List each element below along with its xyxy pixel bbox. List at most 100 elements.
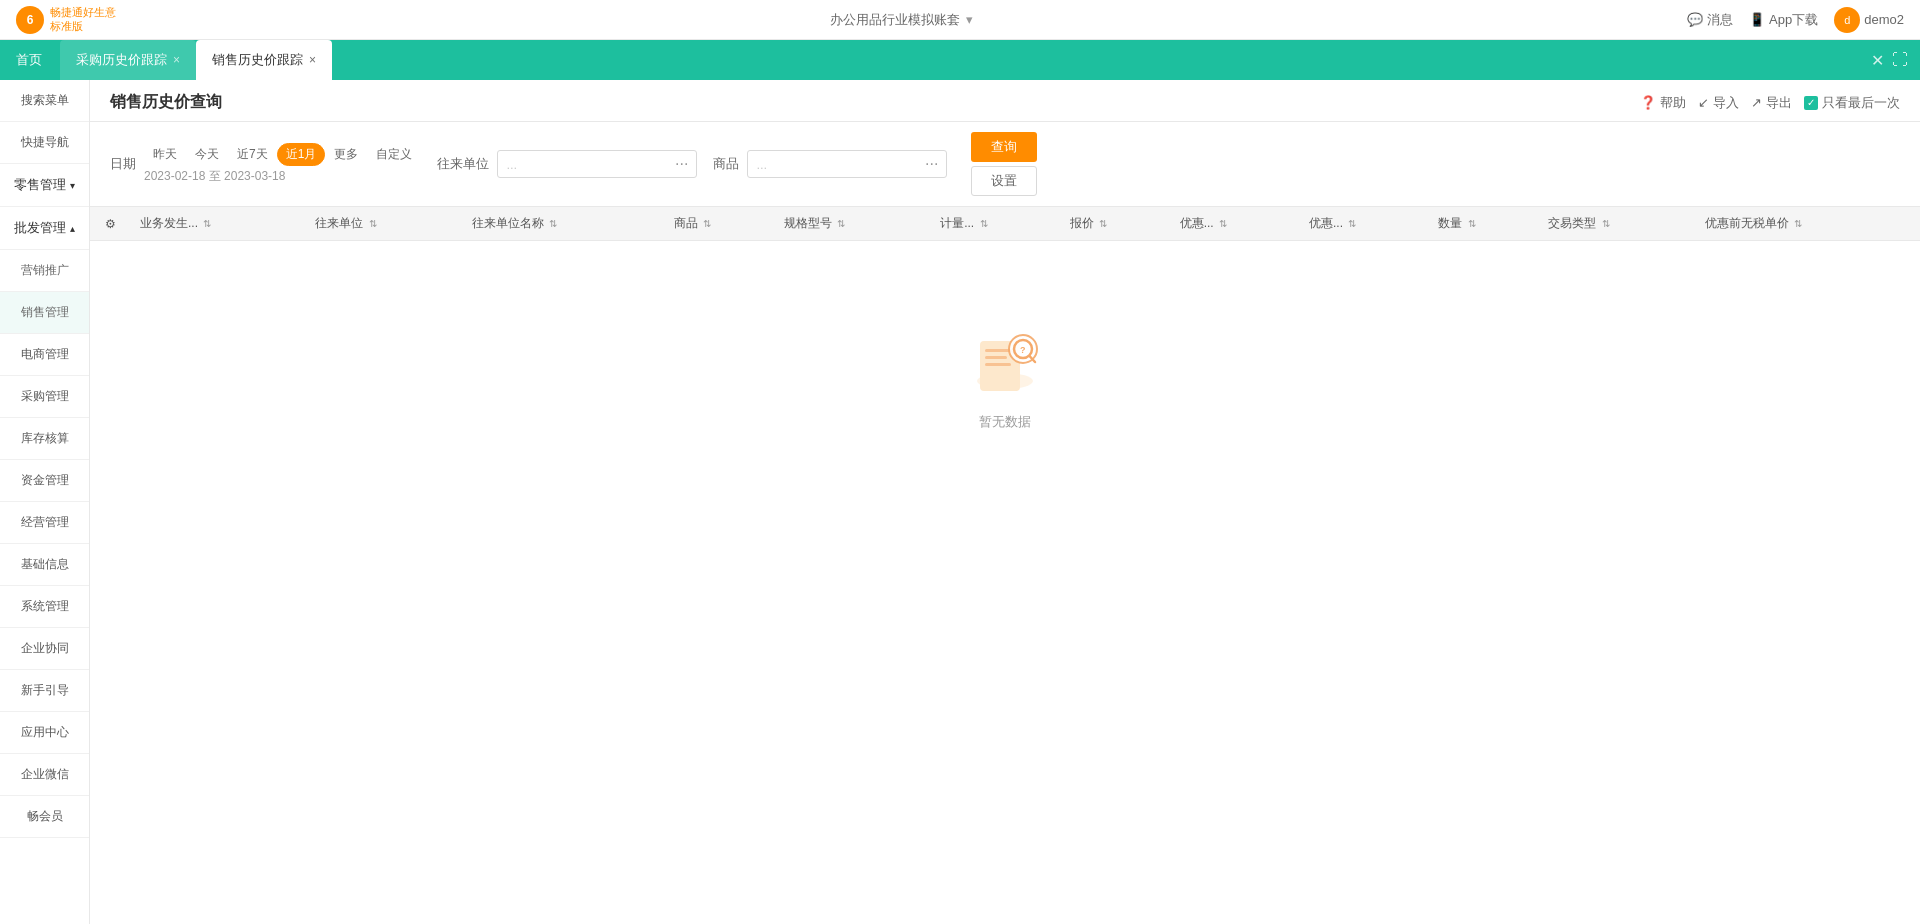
sidebar-item-new-guide[interactable]: 新手引导 bbox=[0, 670, 89, 712]
date-btn-today[interactable]: 今天 bbox=[186, 143, 228, 166]
date-btn-custom[interactable]: 自定义 bbox=[367, 143, 421, 166]
product-filter-group: 商品 ... ··· bbox=[713, 150, 947, 178]
product-label: 商品 bbox=[713, 155, 739, 173]
th-partner-code[interactable]: 往来单位 ⇅ bbox=[305, 207, 461, 241]
sidebar-item-inventory[interactable]: 库存核算 bbox=[0, 418, 89, 460]
th-partner-name[interactable]: 往来单位名称 ⇅ bbox=[462, 207, 664, 241]
sidebar-item-search-menu[interactable]: 搜索菜单 bbox=[0, 80, 89, 122]
sort-icon-pre-tax-price: ⇅ bbox=[1794, 218, 1802, 229]
date-btn-more[interactable]: 更多 bbox=[325, 143, 367, 166]
tab-bar: 首页 采购历史价跟踪 × 销售历史价跟踪 × ✕ ⛶ bbox=[0, 40, 1920, 80]
sort-icon-product: ⇅ bbox=[703, 218, 711, 229]
top-bar: 6 畅捷通好生意 标准版 办公用品行业模拟账套 ▾ 💬 消息 📱 App下载 d… bbox=[0, 0, 1920, 40]
svg-rect-4 bbox=[985, 363, 1011, 366]
phone-icon: 📱 bbox=[1749, 12, 1765, 27]
logo-text: 畅捷通好生意 标准版 bbox=[50, 6, 116, 32]
tab-sales-close-icon[interactable]: × bbox=[309, 53, 316, 67]
dropdown-icon[interactable]: ▾ bbox=[966, 12, 973, 27]
gear-icon[interactable]: ⚙ bbox=[105, 217, 116, 231]
th-discount2[interactable]: 优惠... ⇅ bbox=[1299, 207, 1428, 241]
help-btn[interactable]: ❓ 帮助 bbox=[1640, 94, 1686, 112]
export-icon: ↗ bbox=[1751, 95, 1762, 110]
action-buttons: 查询 设置 bbox=[971, 132, 1037, 196]
table-header-row: ⚙ 业务发生... ⇅ 往来单位 ⇅ 往来单位名称 ⇅ bbox=[90, 207, 1920, 241]
sidebar-item-vip[interactable]: 畅会员 bbox=[0, 796, 89, 838]
export-btn[interactable]: ↗ 导出 bbox=[1751, 94, 1792, 112]
filter-bar: 日期 昨天 今天 近7天 近1月 更多 自定义 2023-02-18 至 202… bbox=[90, 122, 1920, 207]
top-bar-left: 6 畅捷通好生意 标准版 bbox=[16, 6, 116, 34]
th-qty[interactable]: 数量 ⇅ bbox=[1428, 207, 1538, 241]
sidebar-item-finance[interactable]: 资金管理 bbox=[0, 460, 89, 502]
sidebar-item-purchase-mgmt[interactable]: 采购管理 bbox=[0, 376, 89, 418]
table-area: ⚙ 业务发生... ⇅ 往来单位 ⇅ 往来单位名称 ⇅ bbox=[90, 207, 1920, 924]
tab-sales-history[interactable]: 销售历史价跟踪 × bbox=[196, 40, 332, 80]
tab-close-all-btn[interactable]: ✕ bbox=[1871, 51, 1884, 70]
tab-bar-actions: ✕ ⛶ bbox=[1871, 51, 1920, 70]
empty-text: 暂无数据 bbox=[979, 413, 1031, 431]
top-bar-right: 💬 消息 📱 App下载 d demo2 bbox=[1687, 7, 1904, 33]
only-last-checkbox[interactable]: ✓ 只看最后一次 bbox=[1804, 94, 1900, 112]
th-unit[interactable]: 计量... ⇅ bbox=[930, 207, 1059, 241]
sidebar-item-operations[interactable]: 经营管理 bbox=[0, 502, 89, 544]
user-avatar-area[interactable]: d demo2 bbox=[1834, 7, 1904, 33]
date-btn-yesterday[interactable]: 昨天 bbox=[144, 143, 186, 166]
sidebar-item-enterprise-coop[interactable]: 企业协同 bbox=[0, 628, 89, 670]
app-download-btn[interactable]: 📱 App下载 bbox=[1749, 11, 1818, 29]
date-btn-7days[interactable]: 近7天 bbox=[228, 143, 277, 166]
page-header: 销售历史价查询 ❓ 帮助 ↙ 导入 ↗ 导出 ✓ 只看最后一次 bbox=[90, 80, 1920, 122]
sort-icon-trade-type: ⇅ bbox=[1602, 218, 1610, 229]
sidebar-item-retail-mgmt[interactable]: 零售管理 ▾ bbox=[0, 164, 89, 207]
message-btn[interactable]: 💬 消息 bbox=[1687, 11, 1733, 29]
partner-input[interactable]: ... ··· bbox=[497, 150, 697, 178]
data-table: ⚙ 业务发生... ⇅ 往来单位 ⇅ 往来单位名称 ⇅ bbox=[90, 207, 1920, 241]
import-btn[interactable]: ↙ 导入 bbox=[1698, 94, 1739, 112]
date-btn-1month[interactable]: 近1月 bbox=[277, 143, 326, 166]
th-spec[interactable]: 规格型号 ⇅ bbox=[774, 207, 930, 241]
tab-expand-btn[interactable]: ⛶ bbox=[1892, 51, 1908, 69]
help-icon: ❓ bbox=[1640, 95, 1656, 110]
chevron-up-icon: ▴ bbox=[70, 223, 75, 234]
page-actions: ❓ 帮助 ↙ 导入 ↗ 导出 ✓ 只看最后一次 bbox=[1640, 94, 1900, 112]
content-area: 销售历史价查询 ❓ 帮助 ↙ 导入 ↗ 导出 ✓ 只看最后一次 bbox=[90, 80, 1920, 924]
sidebar-item-enterprise-wechat[interactable]: 企业微信 bbox=[0, 754, 89, 796]
header-title-area: 办公用品行业模拟账套 ▾ bbox=[830, 11, 973, 29]
empty-state: ? 暂无数据 bbox=[90, 241, 1920, 511]
sidebar-item-basic-info[interactable]: 基础信息 bbox=[0, 544, 89, 586]
header-title: 办公用品行业模拟账套 bbox=[830, 11, 960, 29]
page-title: 销售历史价查询 bbox=[110, 92, 222, 113]
query-button[interactable]: 查询 bbox=[971, 132, 1037, 162]
th-biz-date[interactable]: 业务发生... ⇅ bbox=[130, 207, 305, 241]
sidebar: 搜索菜单 快捷导航 零售管理 ▾ 批发管理 ▴ 营销推广 销售管理 电商管理 采… bbox=[0, 80, 90, 924]
tab-purchase-close-icon[interactable]: × bbox=[173, 53, 180, 67]
th-discount1[interactable]: 优惠... ⇅ bbox=[1170, 207, 1299, 241]
sidebar-item-marketing[interactable]: 营销推广 bbox=[0, 250, 89, 292]
svg-text:?: ? bbox=[1020, 345, 1026, 355]
tab-home[interactable]: 首页 bbox=[0, 40, 58, 80]
date-label: 日期 bbox=[110, 155, 136, 173]
sidebar-item-system-mgmt[interactable]: 系统管理 bbox=[0, 586, 89, 628]
th-quote[interactable]: 报价 ⇅ bbox=[1060, 207, 1170, 241]
sort-icon-quote: ⇅ bbox=[1099, 218, 1107, 229]
date-filter-group: 日期 昨天 今天 近7天 近1月 更多 自定义 2023-02-18 至 202… bbox=[110, 143, 421, 185]
sort-icon-spec: ⇅ bbox=[837, 218, 845, 229]
logo-area: 6 畅捷通好生意 标准版 bbox=[16, 6, 116, 34]
avatar: d bbox=[1834, 7, 1860, 33]
chevron-down-icon: ▾ bbox=[70, 180, 75, 191]
import-icon: ↙ bbox=[1698, 95, 1709, 110]
product-input-dots: ··· bbox=[925, 155, 938, 173]
sidebar-item-quick-nav[interactable]: 快捷导航 bbox=[0, 122, 89, 164]
th-gear: ⚙ bbox=[90, 207, 130, 241]
sort-icon-unit: ⇅ bbox=[980, 218, 988, 229]
product-input[interactable]: ... ··· bbox=[747, 150, 947, 178]
sidebar-item-sales-mgmt[interactable]: 销售管理 bbox=[0, 292, 89, 334]
main-layout: 搜索菜单 快捷导航 零售管理 ▾ 批发管理 ▴ 营销推广 销售管理 电商管理 采… bbox=[0, 80, 1920, 924]
th-pre-tax-price[interactable]: 优惠前无税单价 ⇅ bbox=[1695, 207, 1920, 241]
sidebar-item-ecommerce[interactable]: 电商管理 bbox=[0, 334, 89, 376]
empty-icon: ? bbox=[965, 321, 1045, 401]
sidebar-item-app-center[interactable]: 应用中心 bbox=[0, 712, 89, 754]
th-trade-type[interactable]: 交易类型 ⇅ bbox=[1538, 207, 1694, 241]
settings-button[interactable]: 设置 bbox=[971, 166, 1037, 196]
tab-purchase-history[interactable]: 采购历史价跟踪 × bbox=[60, 40, 196, 80]
sidebar-item-wholesale-mgmt[interactable]: 批发管理 ▴ bbox=[0, 207, 89, 250]
th-product[interactable]: 商品 ⇅ bbox=[664, 207, 774, 241]
